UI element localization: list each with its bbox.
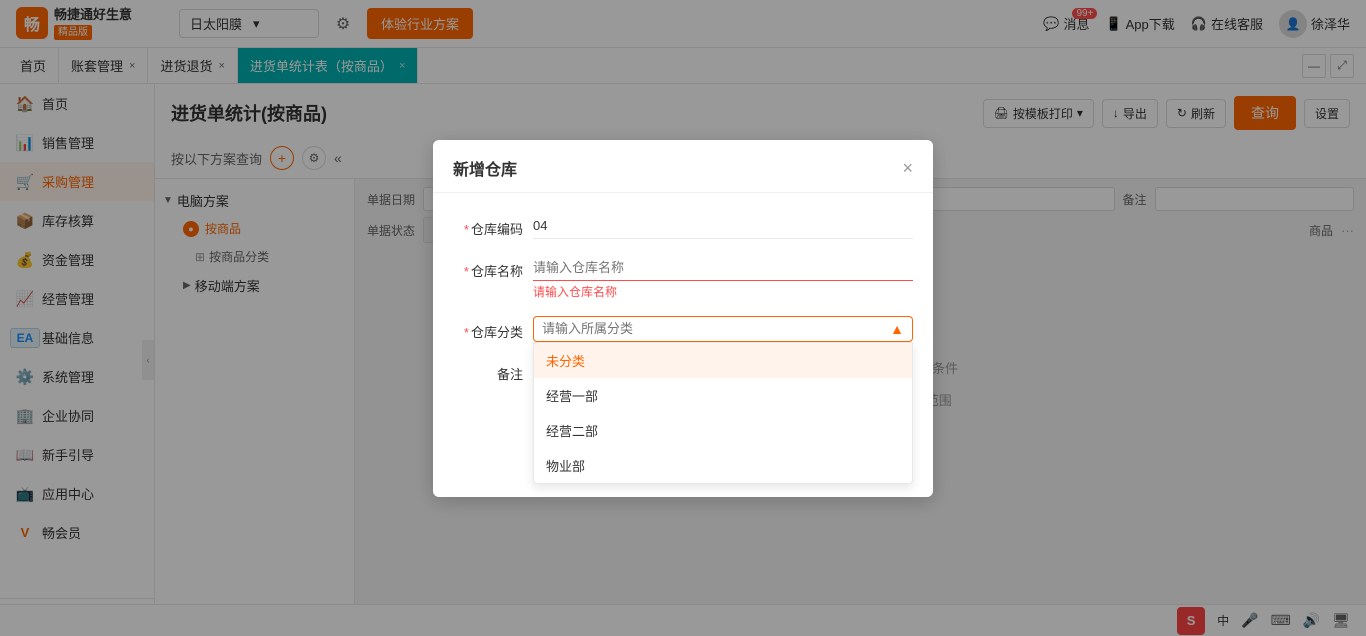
warehouse-name-error: 请输入仓库名称: [533, 283, 913, 300]
add-warehouse-modal: 新增仓库 × *仓库编码 *仓库名称 请输入仓库名称: [433, 140, 933, 497]
category-dropdown-arrow[interactable]: ▲: [890, 321, 904, 337]
warehouse-code-row: *仓库编码: [453, 213, 913, 239]
warehouse-name-input[interactable]: [533, 255, 913, 281]
warehouse-code-label: *仓库编码: [453, 213, 533, 238]
dropdown-item-unclassified[interactable]: 未分类: [534, 343, 912, 378]
warehouse-name-row: *仓库名称 请输入仓库名称: [453, 255, 913, 300]
warehouse-name-field: 请输入仓库名称: [533, 255, 913, 300]
dropdown-item-dept1[interactable]: 经营一部: [534, 378, 912, 413]
warehouse-code-input[interactable]: [533, 213, 913, 239]
modal-title: 新增仓库: [453, 156, 517, 180]
warehouse-name-label: *仓库名称: [453, 255, 533, 280]
modal-body: *仓库编码 *仓库名称 请输入仓库名称 *仓库分类: [433, 193, 933, 438]
modal-close-button[interactable]: ×: [902, 159, 913, 177]
category-input-wrapper: ▲: [533, 316, 913, 342]
warehouse-note-label: 备注: [453, 358, 533, 383]
warehouse-code-field: [533, 213, 913, 239]
category-input[interactable]: [542, 321, 890, 336]
modal-overlay[interactable]: 新增仓库 × *仓库编码 *仓库名称 请输入仓库名称: [0, 0, 1366, 636]
dropdown-item-dept3[interactable]: 物业部: [534, 448, 912, 483]
modal-header: 新增仓库 ×: [433, 140, 933, 193]
warehouse-category-label: *仓库分类: [453, 316, 533, 341]
warehouse-category-field: ▲ 未分类 经营一部 经营二部 物业部: [533, 316, 913, 342]
category-dropdown: 未分类 经营一部 经营二部 物业部: [533, 342, 913, 484]
warehouse-category-row: *仓库分类 ▲ 未分类 经营一部 经营二部 物业部: [453, 316, 913, 342]
dropdown-item-dept2[interactable]: 经营二部: [534, 413, 912, 448]
